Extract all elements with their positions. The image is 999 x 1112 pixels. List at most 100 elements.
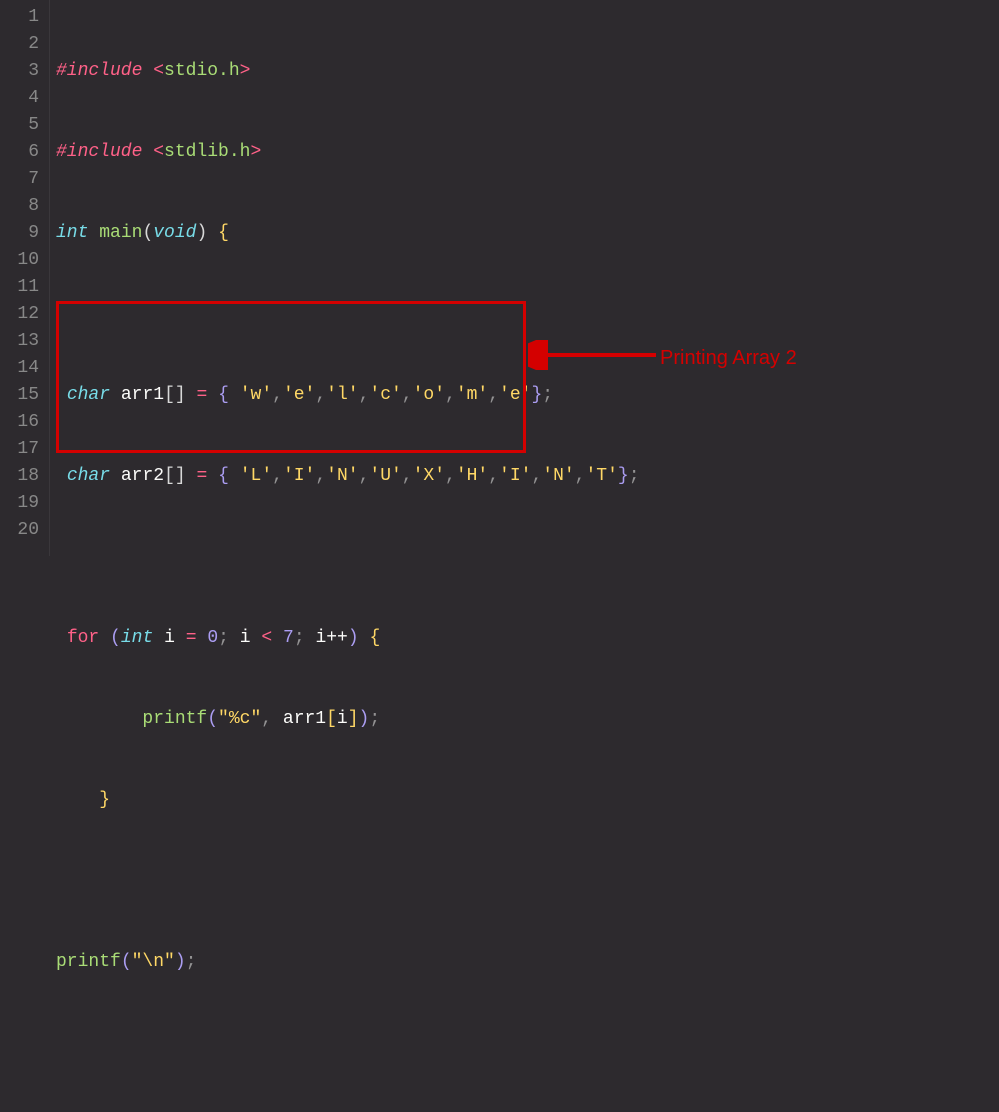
type-token: int <box>121 628 153 648</box>
identifier: arr1 <box>121 385 164 405</box>
paren-close: ) <box>175 952 186 972</box>
code-line[interactable] <box>56 301 993 328</box>
line-number: 15 <box>14 382 39 409</box>
identifier: arr2 <box>121 466 164 486</box>
char-lit: 'e' <box>499 385 531 405</box>
line-number: 9 <box>14 220 39 247</box>
char-lit: 'L' <box>240 466 272 486</box>
bracket: [] <box>164 466 186 486</box>
code-line[interactable] <box>56 544 993 571</box>
str-lit: "\n" <box>132 952 175 972</box>
char-lit: 'm' <box>456 385 488 405</box>
line-number: 17 <box>14 436 39 463</box>
eq: = <box>196 466 207 486</box>
brace-close: } <box>99 790 110 810</box>
line-number: 14 <box>14 355 39 382</box>
header-name: stdio.h <box>164 61 240 81</box>
code-line[interactable]: for (int i = 0; i < 7; i++) { <box>56 625 993 652</box>
angle-open: < <box>153 142 164 162</box>
code-line[interactable] <box>56 1030 993 1057</box>
type-token: void <box>153 223 196 243</box>
angle-close: > <box>250 142 261 162</box>
type-token: char <box>67 385 110 405</box>
code-line[interactable] <box>56 868 993 895</box>
line-number-gutter: 1 2 3 4 5 6 7 8 9 10 11 12 13 14 15 16 1… <box>0 0 50 556</box>
brace-open: { <box>218 466 229 486</box>
line-number: 5 <box>14 112 39 139</box>
char-lit: 'o' <box>413 385 445 405</box>
char-lit: 'U' <box>369 466 401 486</box>
char-lit: 'l' <box>326 385 358 405</box>
angle-close: > <box>240 61 251 81</box>
code-line[interactable]: printf("\n"); <box>56 949 993 976</box>
paren-open: ( <box>110 628 121 648</box>
identifier: i <box>337 709 348 729</box>
paren-open: ( <box>121 952 132 972</box>
char-lit: 'w' <box>240 385 272 405</box>
line-number: 8 <box>14 193 39 220</box>
type-token: int <box>56 223 88 243</box>
bracket: [] <box>164 385 186 405</box>
char-lit: 'H' <box>456 466 488 486</box>
inc: i++ <box>315 628 347 648</box>
code-line[interactable]: char arr1[] = { 'w','e','l','c','o','m',… <box>56 382 993 409</box>
code-editor: 1 2 3 4 5 6 7 8 9 10 11 12 13 14 15 16 1… <box>0 0 999 556</box>
type-token: char <box>67 466 110 486</box>
line-number: 3 <box>14 58 39 85</box>
fn-call: printf <box>142 709 207 729</box>
code-line[interactable]: printf("%c", arr1[i]); <box>56 706 993 733</box>
angle-open: < <box>153 61 164 81</box>
brace-open: { <box>218 223 229 243</box>
brace-close: } <box>618 466 629 486</box>
brace-open: { <box>218 385 229 405</box>
char-lit: 'N' <box>542 466 574 486</box>
line-number: 18 <box>14 463 39 490</box>
identifier: arr1 <box>283 709 326 729</box>
num-lit: 7 <box>283 628 294 648</box>
paren-open: ( <box>207 709 218 729</box>
code-line[interactable]: for (int i = 0; i < 9; i++) { <box>56 1111 993 1112</box>
lt: < <box>261 628 272 648</box>
char-lit: 'e' <box>283 385 315 405</box>
paren-close: ) <box>196 223 207 243</box>
code-line[interactable]: #include <stdlib.h> <box>56 139 993 166</box>
char-lit: 'I' <box>283 466 315 486</box>
brace-open: { <box>369 628 380 648</box>
code-line[interactable]: #include <stdio.h> <box>56 58 993 85</box>
paren-close: ) <box>348 628 359 648</box>
code-line[interactable]: int main(void) { <box>56 220 993 247</box>
fn-call: printf <box>56 952 121 972</box>
line-number: 16 <box>14 409 39 436</box>
annotation-label: Printing Array 2 <box>660 343 797 373</box>
line-number: 20 <box>14 517 39 544</box>
num-lit: 0 <box>207 628 218 648</box>
line-number: 4 <box>14 85 39 112</box>
identifier: i <box>240 628 251 648</box>
char-lit: 'I' <box>499 466 531 486</box>
preproc-token: #include <box>56 61 142 81</box>
paren-open: ( <box>142 223 153 243</box>
bracket: ] <box>348 709 359 729</box>
line-number: 13 <box>14 328 39 355</box>
line-number: 6 <box>14 139 39 166</box>
char-lit: 'c' <box>369 385 401 405</box>
paren-close: ) <box>359 709 370 729</box>
line-number: 10 <box>14 247 39 274</box>
str-lit: "%c" <box>218 709 261 729</box>
header-name: stdlib.h <box>164 142 250 162</box>
char-lit: 'T' <box>585 466 617 486</box>
code-area[interactable]: #include <stdio.h> #include <stdlib.h> i… <box>50 0 999 556</box>
char-lit: 'N' <box>326 466 358 486</box>
code-line[interactable]: char arr2[] = { 'L','I','N','U','X','H',… <box>56 463 993 490</box>
brace-close: } <box>531 385 542 405</box>
fn-name: main <box>99 223 142 243</box>
line-number: 2 <box>14 31 39 58</box>
for-token: for <box>67 628 99 648</box>
line-number: 1 <box>14 4 39 31</box>
eq: = <box>196 385 207 405</box>
code-line[interactable]: } <box>56 787 993 814</box>
char-lit: 'X' <box>413 466 445 486</box>
eq: = <box>186 628 197 648</box>
preproc-token: #include <box>56 142 142 162</box>
identifier: i <box>164 628 175 648</box>
